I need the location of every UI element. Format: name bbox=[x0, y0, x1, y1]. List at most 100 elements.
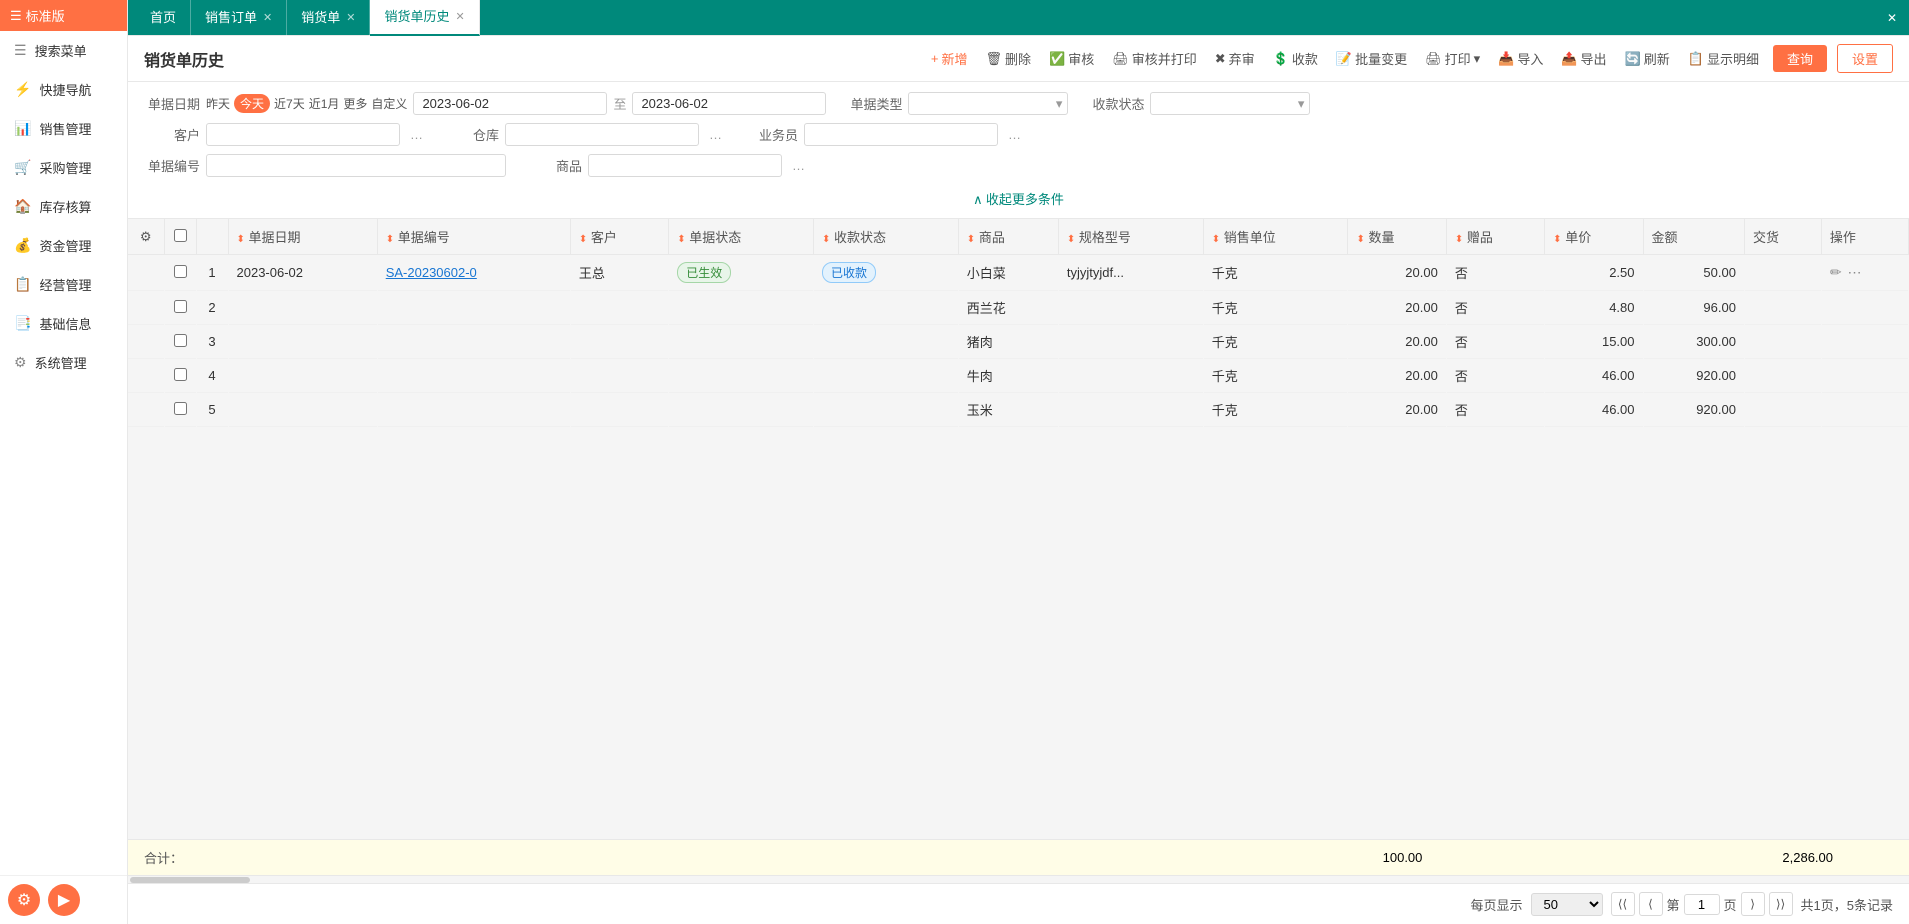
row-action bbox=[1821, 325, 1908, 359]
first-page-btn[interactable]: ⟨⟨ bbox=[1611, 892, 1635, 916]
tab-sales-order[interactable]: 销售订单 ✕ bbox=[191, 0, 287, 36]
row-checkbox[interactable] bbox=[174, 300, 187, 313]
last-page-btn[interactable]: ⟩⟩ bbox=[1769, 892, 1793, 916]
row-transaction bbox=[1744, 255, 1821, 291]
date-today[interactable]: 今天 bbox=[234, 94, 270, 113]
close-sales-history-icon[interactable]: ✕ bbox=[456, 0, 465, 35]
tab-home[interactable]: 首页 bbox=[136, 0, 191, 36]
tab-sales-delivery[interactable]: 销货单 ✕ bbox=[287, 0, 370, 36]
sidebar-item-label: 快捷导航 bbox=[39, 80, 91, 99]
next-page-btn[interactable]: ⟩ bbox=[1741, 892, 1765, 916]
filter-row-3: 单据编号 商品 … bbox=[144, 154, 1893, 177]
sidebar-item-purchase-mgmt[interactable]: 🛒 采购管理 bbox=[0, 148, 127, 187]
col-unit[interactable]: ⬍ 销售单位 bbox=[1203, 219, 1348, 255]
col-customer[interactable]: ⬍ 客户 bbox=[570, 219, 668, 255]
col-collect-status[interactable]: ⬍ 收款状态 bbox=[814, 219, 959, 255]
sidebar-item-sys-mgmt[interactable]: ⚙ 系统管理 bbox=[0, 343, 127, 382]
row-checkbox-cell[interactable] bbox=[164, 359, 196, 393]
setting-button[interactable]: 设置 bbox=[1837, 44, 1893, 73]
sidebar-item-sales-mgmt[interactable]: 📊 销售管理 bbox=[0, 109, 127, 148]
show-detail-button[interactable]: 📋 显示明细 bbox=[1684, 47, 1763, 70]
audit-print-button[interactable]: 🖨 审核并打印 bbox=[1108, 47, 1201, 70]
collect-status-select[interactable] bbox=[1150, 92, 1310, 115]
row-checkbox-cell[interactable] bbox=[164, 255, 196, 291]
tab-sales-history[interactable]: 销货单历史 ✕ bbox=[370, 0, 479, 36]
print-button[interactable]: 🖨 打印 ▾ bbox=[1421, 47, 1484, 70]
delete-button[interactable]: 🗑 删除 bbox=[982, 47, 1036, 70]
sidebar-settings-btn[interactable]: ⚙ bbox=[8, 884, 40, 916]
doc-type-select[interactable] bbox=[908, 92, 1068, 115]
row-checkbox[interactable] bbox=[174, 265, 187, 278]
col-doc-date[interactable]: ⬍ 单据日期 bbox=[228, 219, 377, 255]
col-doc-status[interactable]: ⬍ 单据状态 bbox=[669, 219, 814, 255]
row-doc-no[interactable]: SA-20230602-0 bbox=[377, 255, 570, 291]
more-icon[interactable]: ⋯ bbox=[1848, 264, 1862, 281]
query-button[interactable]: 查询 bbox=[1773, 45, 1827, 72]
date-7days[interactable]: 近7天 bbox=[274, 95, 305, 112]
sidebar-collapse-btn[interactable]: ▶ bbox=[48, 884, 80, 916]
col-price[interactable]: ⬍ 单价 bbox=[1545, 219, 1643, 255]
customer-input[interactable] bbox=[206, 123, 400, 146]
col-doc-no[interactable]: ⬍ 单据编号 bbox=[377, 219, 570, 255]
docno-input[interactable] bbox=[206, 154, 506, 177]
new-label: 新增 bbox=[941, 49, 967, 68]
goods-input[interactable] bbox=[588, 154, 782, 177]
doc-no-link[interactable]: SA-20230602-0 bbox=[386, 265, 477, 280]
abandon-button[interactable]: ✖ 弃审 bbox=[1211, 47, 1259, 70]
col-gear[interactable]: ⚙ bbox=[128, 219, 164, 255]
import-button[interactable]: 📥 导入 bbox=[1494, 47, 1547, 70]
col-spec[interactable]: ⬍ 规格型号 bbox=[1058, 219, 1203, 255]
close-all-tabs-btn[interactable]: ✕ bbox=[1887, 11, 1897, 25]
date-from-input[interactable] bbox=[413, 92, 607, 115]
close-sales-order-icon[interactable]: ✕ bbox=[263, 0, 272, 36]
collect-button[interactable]: 💲 收款 bbox=[1269, 47, 1322, 70]
row-goods: 猪肉 bbox=[958, 325, 1058, 359]
date-to-input[interactable] bbox=[632, 92, 826, 115]
row-checkbox-cell[interactable] bbox=[164, 325, 196, 359]
audit-button[interactable]: ✅ 审核 bbox=[1045, 47, 1098, 70]
col-qty[interactable]: ⬍ 数量 bbox=[1348, 219, 1446, 255]
sidebar-item-basic-info[interactable]: 📑 基础信息 bbox=[0, 304, 127, 343]
prev-page-btn[interactable]: ⟨ bbox=[1639, 892, 1663, 916]
scrollbar-thumb[interactable] bbox=[130, 877, 250, 883]
batch-change-icon: 📝 bbox=[1336, 51, 1352, 67]
sidebar-item-search-menu[interactable]: ☰ 搜索菜单 bbox=[0, 31, 127, 70]
new-button[interactable]: + 新增 bbox=[927, 47, 972, 70]
page-input[interactable] bbox=[1684, 894, 1720, 915]
agent-ellipsis-btn[interactable]: … bbox=[1008, 127, 1021, 142]
row-checkbox-cell[interactable] bbox=[164, 393, 196, 427]
customer-ellipsis-btn[interactable]: … bbox=[410, 127, 423, 142]
col-gift[interactable]: ⬍ 赠品 bbox=[1446, 219, 1544, 255]
close-sales-delivery-icon[interactable]: ✕ bbox=[346, 0, 355, 36]
col-goods[interactable]: ⬍ 商品 bbox=[958, 219, 1058, 255]
batch-change-button[interactable]: 📝 批量变更 bbox=[1332, 47, 1411, 70]
date-1month[interactable]: 近1月 bbox=[309, 95, 340, 112]
refresh-button[interactable]: 🔄 刷新 bbox=[1621, 47, 1674, 70]
sidebar-item-capital-mgmt[interactable]: 💰 资金管理 bbox=[0, 226, 127, 265]
warehouse-input[interactable] bbox=[505, 123, 699, 146]
horizontal-scrollbar[interactable] bbox=[128, 875, 1909, 883]
edit-icon[interactable]: ✏ bbox=[1830, 264, 1842, 281]
select-all-checkbox[interactable] bbox=[174, 229, 187, 242]
row-customer bbox=[570, 291, 668, 325]
date-yesterday[interactable]: 昨天 bbox=[206, 95, 230, 112]
goods-filter-group: 商品 … bbox=[526, 154, 805, 177]
date-more[interactable]: 更多 bbox=[343, 95, 367, 112]
row-doc-no bbox=[377, 393, 570, 427]
goods-ellipsis-btn[interactable]: … bbox=[792, 158, 805, 173]
row-checkbox-cell[interactable] bbox=[164, 291, 196, 325]
sidebar-item-inventory[interactable]: 🏠 库存核算 bbox=[0, 187, 127, 226]
date-custom[interactable]: 自定义 bbox=[371, 95, 407, 112]
doc-type-select-wrapper: ▾ bbox=[908, 92, 1068, 115]
sidebar-item-ops-mgmt[interactable]: 📋 经营管理 bbox=[0, 265, 127, 304]
row-checkbox[interactable] bbox=[174, 368, 187, 381]
per-page-select[interactable]: 50 100 200 bbox=[1531, 893, 1603, 916]
agent-input[interactable] bbox=[804, 123, 998, 146]
row-checkbox[interactable] bbox=[174, 334, 187, 347]
sidebar-item-quick-nav[interactable]: ⚡ 快捷导航 bbox=[0, 70, 127, 109]
row-checkbox[interactable] bbox=[174, 402, 187, 415]
warehouse-ellipsis-btn[interactable]: … bbox=[709, 127, 722, 142]
row-num-cell: 5 bbox=[196, 393, 228, 427]
export-button[interactable]: 📤 导出 bbox=[1557, 47, 1610, 70]
filter-more-btn[interactable]: ∧ 收起更多条件 bbox=[144, 185, 1893, 212]
